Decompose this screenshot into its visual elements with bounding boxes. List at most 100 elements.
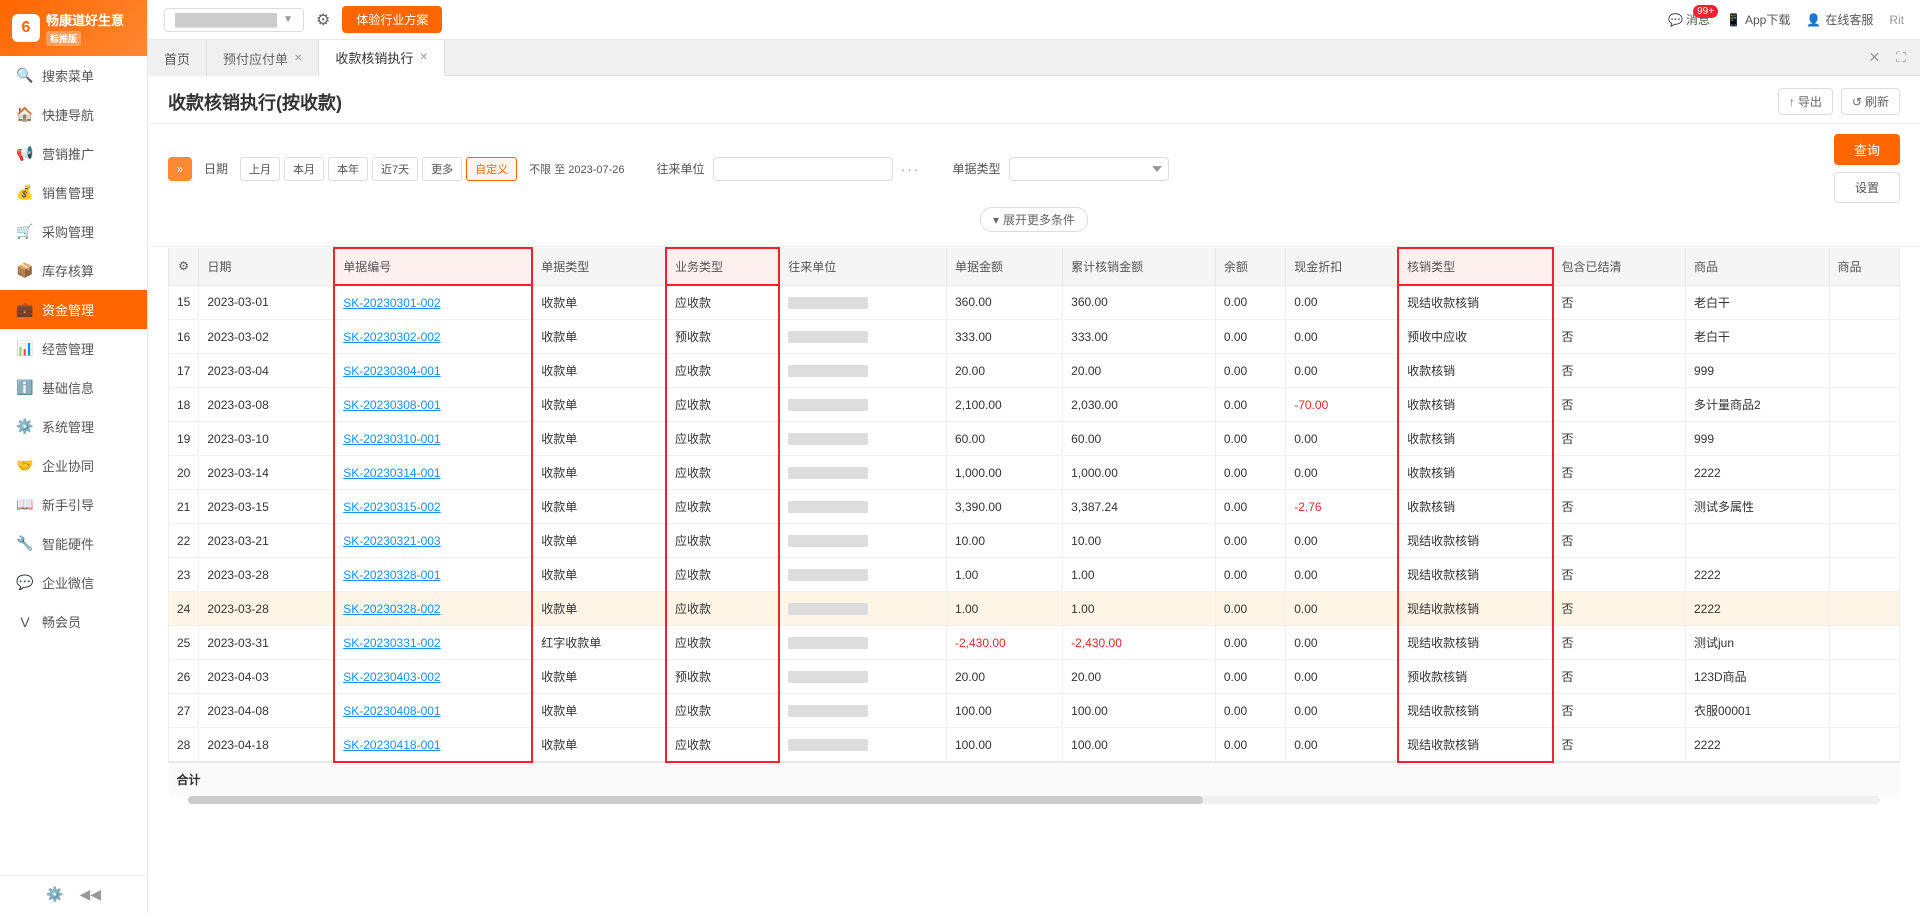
row-product2 bbox=[1829, 422, 1899, 456]
voucher-type-select[interactable] bbox=[1009, 157, 1169, 181]
sidebar-item-operations[interactable]: 📊 经营管理 bbox=[0, 329, 147, 368]
settings-icon[interactable]: ⚙️ bbox=[46, 886, 63, 903]
sidebar-item-sales[interactable]: 💰 销售管理 bbox=[0, 173, 147, 212]
date-7days-button[interactable]: 近7天 bbox=[372, 157, 418, 181]
doc-no-link[interactable]: SK-20230302-002 bbox=[343, 330, 440, 344]
row-date: 2023-04-03 bbox=[199, 660, 334, 694]
row-doc-no: SK-20230301-002 bbox=[334, 285, 532, 320]
sidebar-item-enterprise[interactable]: 🤝 企业协同 bbox=[0, 446, 147, 485]
tabs-list: 首页预付应付单✕收款核销执行✕ bbox=[148, 40, 445, 75]
row-amount: 360.00 bbox=[947, 285, 1063, 320]
row-cum-amount: 3,387.24 bbox=[1063, 490, 1216, 524]
online-service-button[interactable]: 👤 在线客服 bbox=[1806, 11, 1873, 28]
table-body: 15 2023-03-01 SK-20230301-002 收款单 应收款 36… bbox=[169, 285, 1900, 762]
filter-expand-button[interactable]: » bbox=[168, 157, 192, 181]
logo-icon: 6 bbox=[12, 14, 40, 42]
page-body: 收款核销执行(按收款) ↑ 导出 ↺ 刷新 » 日期 上月 本月 bbox=[148, 76, 1920, 913]
row-product1: 123D商品 bbox=[1685, 660, 1829, 694]
doc-no-link[interactable]: SK-20230304-001 bbox=[343, 364, 440, 378]
industry-solution-button[interactable]: 体验行业方案 bbox=[342, 6, 442, 33]
tab-collect-exec[interactable]: 收款核销执行✕ bbox=[319, 40, 444, 76]
query-button[interactable]: 查询 bbox=[1834, 134, 1900, 165]
row-biz-type: 应收款 bbox=[666, 285, 779, 320]
expand-more-button[interactable]: ▾ 展开更多条件 bbox=[980, 207, 1088, 232]
col-settings[interactable]: ⚙ bbox=[169, 248, 199, 285]
date-prev-month-button[interactable]: 上月 bbox=[240, 157, 280, 181]
sidebar-item-inventory[interactable]: 📦 库存核算 bbox=[0, 251, 147, 290]
sidebar-item-marketing[interactable]: 📢 营销推广 bbox=[0, 134, 147, 173]
doc-no-link[interactable]: SK-20230328-001 bbox=[343, 568, 440, 582]
doc-no-link[interactable]: SK-20230403-002 bbox=[343, 670, 440, 684]
sidebar-item-system[interactable]: ⚙️ 系统管理 bbox=[0, 407, 147, 446]
row-doc-no: SK-20230315-002 bbox=[334, 490, 532, 524]
workspace-dropdown[interactable]: ████████████ ▼ bbox=[164, 8, 304, 32]
row-product1: 2222 bbox=[1685, 558, 1829, 592]
table-row: 25 2023-03-31 SK-20230331-002 红字收款单 应收款 … bbox=[169, 626, 1900, 660]
sidebar-item-finance[interactable]: 💼 资金管理 bbox=[0, 290, 147, 329]
counterpart-input[interactable] bbox=[713, 157, 893, 181]
collapse-icon[interactable]: ◀◀ bbox=[79, 886, 101, 903]
close-tab-button[interactable]: ✕ bbox=[1862, 47, 1886, 68]
col-cancel-type: 核销类型 bbox=[1398, 248, 1552, 285]
close-tab-prepay-icon[interactable]: ✕ bbox=[294, 53, 302, 64]
row-product2 bbox=[1829, 524, 1899, 558]
export-button[interactable]: ↑ 导出 bbox=[1778, 88, 1833, 115]
doc-no-link[interactable]: SK-20230418-001 bbox=[343, 738, 440, 752]
date-this-month-button[interactable]: 本月 bbox=[284, 157, 324, 181]
row-biz-type: 应收款 bbox=[666, 490, 779, 524]
row-balance: 0.00 bbox=[1215, 592, 1285, 626]
scrollbar-thumb[interactable] bbox=[188, 796, 1203, 804]
row-biz-type: 应收款 bbox=[666, 354, 779, 388]
tab-prepay[interactable]: 预付应付单✕ bbox=[207, 40, 319, 76]
export-icon: ↑ bbox=[1789, 95, 1795, 109]
masked-text bbox=[788, 399, 868, 411]
sidebar-item-basic[interactable]: ℹ️ 基础信息 bbox=[0, 368, 147, 407]
tab-home[interactable]: 首页 bbox=[148, 40, 207, 76]
masked-text bbox=[788, 535, 868, 547]
sidebar-item-guide[interactable]: 📖 新手引导 bbox=[0, 485, 147, 524]
masked-text bbox=[788, 331, 868, 343]
date-custom-button[interactable]: 自定义 bbox=[466, 157, 517, 181]
doc-no-link[interactable]: SK-20230331-002 bbox=[343, 636, 440, 650]
doc-no-link[interactable]: SK-20230315-002 bbox=[343, 500, 440, 514]
doc-no-link[interactable]: SK-20230408-001 bbox=[343, 704, 440, 718]
settings-gear-icon[interactable]: ⚙ bbox=[316, 10, 330, 30]
close-tab-collect-exec-icon[interactable]: ✕ bbox=[419, 52, 427, 63]
col-product2: 商品 bbox=[1829, 248, 1899, 285]
doc-no-link[interactable]: SK-20230310-001 bbox=[343, 432, 440, 446]
row-counterpart bbox=[779, 524, 946, 558]
sidebar-label-basic: 基础信息 bbox=[42, 378, 94, 397]
row-balance: 0.00 bbox=[1215, 285, 1285, 320]
row-date: 2023-03-01 bbox=[199, 285, 334, 320]
doc-no-link[interactable]: SK-20230308-001 bbox=[343, 398, 440, 412]
doc-no-link[interactable]: SK-20230314-001 bbox=[343, 466, 440, 480]
sidebar-item-vip[interactable]: V 畅会员 bbox=[0, 602, 147, 641]
sidebar-item-quick-nav[interactable]: 🏠 快捷导航 bbox=[0, 95, 147, 134]
date-more-button[interactable]: 更多 bbox=[422, 157, 462, 181]
tabs-actions: ✕ ⛶ bbox=[1862, 47, 1920, 68]
doc-no-link[interactable]: SK-20230321-003 bbox=[343, 534, 440, 548]
horizontal-scrollbar[interactable] bbox=[188, 796, 1880, 804]
sidebar-label-wechat: 企业微信 bbox=[42, 573, 94, 592]
sidebar-item-hardware[interactable]: 🔧 智能硬件 bbox=[0, 524, 147, 563]
settings-button[interactable]: 设置 bbox=[1834, 172, 1900, 203]
date-this-year-button[interactable]: 本年 bbox=[328, 157, 368, 181]
col-doc-no: 单据编号 bbox=[334, 248, 532, 285]
doc-no-link[interactable]: SK-20230328-002 bbox=[343, 602, 440, 616]
row-doc-no: SK-20230310-001 bbox=[334, 422, 532, 456]
logo-text: 畅康道好生意 标推版 bbox=[46, 10, 124, 46]
app-download-button[interactable]: 📱 App下载 bbox=[1726, 11, 1790, 28]
maximize-tab-button[interactable]: ⛶ bbox=[1890, 47, 1912, 68]
messages-button[interactable]: 💬 消息 99+ bbox=[1668, 11, 1710, 28]
sidebar-item-purchase[interactable]: 🛒 采购管理 bbox=[0, 212, 147, 251]
row-no: 24 bbox=[169, 592, 199, 626]
masked-text bbox=[788, 297, 868, 309]
row-biz-type: 应收款 bbox=[666, 524, 779, 558]
sidebar-item-wechat[interactable]: 💬 企业微信 bbox=[0, 563, 147, 602]
table-row: 17 2023-03-04 SK-20230304-001 收款单 应收款 20… bbox=[169, 354, 1900, 388]
row-cum-amount: 1.00 bbox=[1063, 592, 1216, 626]
row-doc-no: SK-20230302-002 bbox=[334, 320, 532, 354]
refresh-button[interactable]: ↺ 刷新 bbox=[1841, 88, 1900, 115]
sidebar-item-search[interactable]: 🔍 搜索菜单 bbox=[0, 56, 147, 95]
doc-no-link[interactable]: SK-20230301-002 bbox=[343, 296, 440, 310]
